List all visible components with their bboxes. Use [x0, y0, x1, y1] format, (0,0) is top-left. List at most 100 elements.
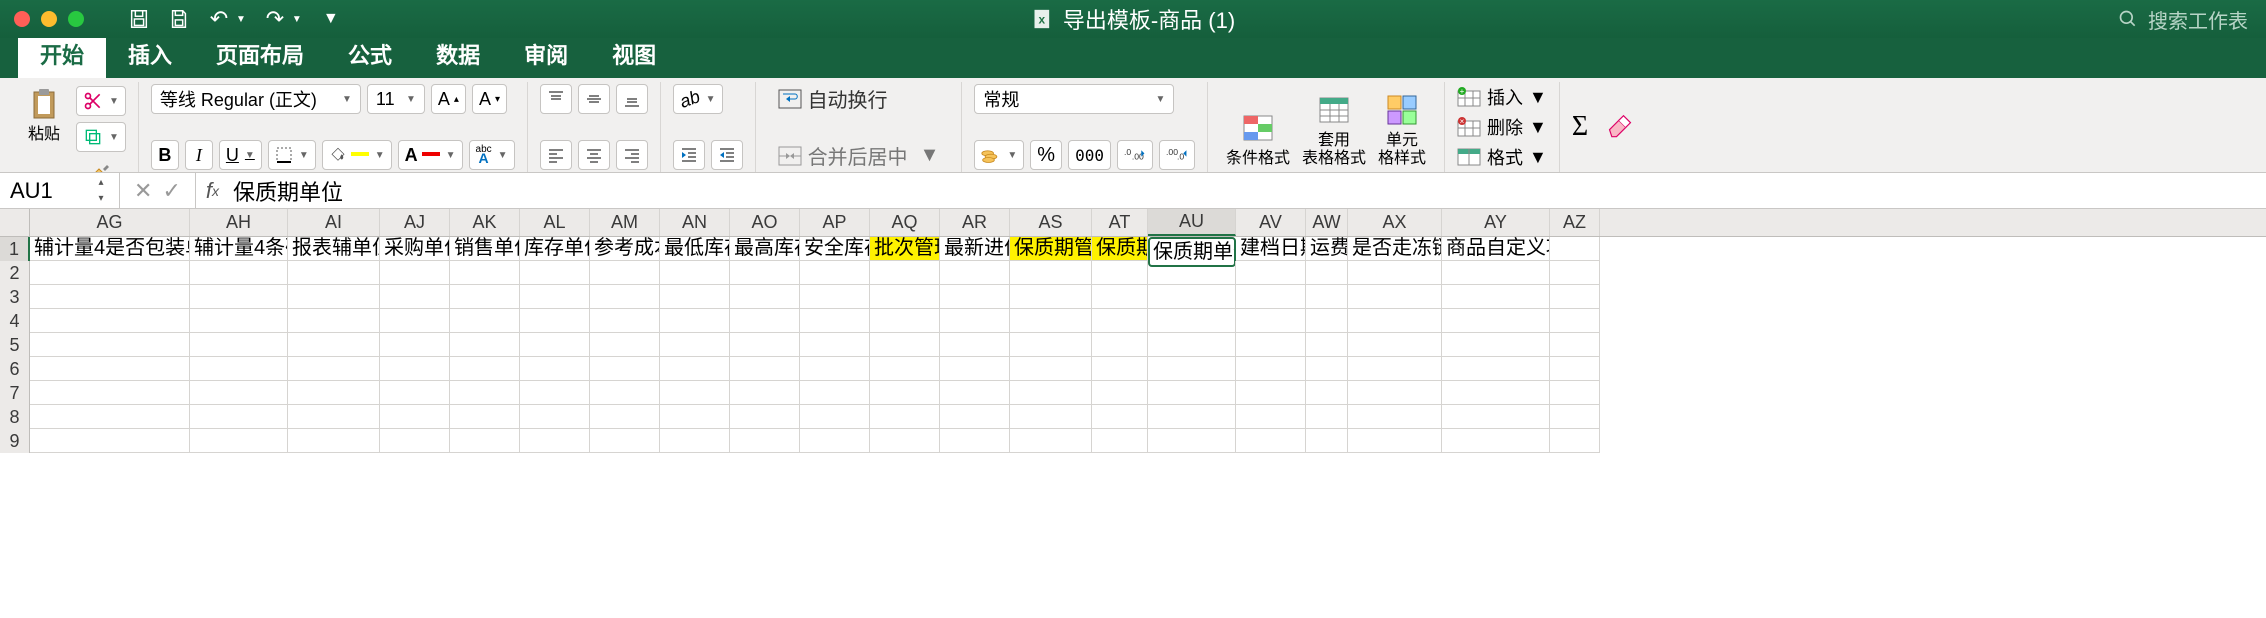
cut-button[interactable]: ▼	[76, 86, 126, 116]
cell-AU4[interactable]	[1148, 309, 1236, 333]
decrease-indent-button[interactable]	[673, 140, 705, 170]
cell-AG1[interactable]: 辅计量4是否包装单位	[30, 237, 190, 261]
zoom-window[interactable]	[68, 11, 84, 27]
cell-AV5[interactable]	[1236, 333, 1306, 357]
cell-AG4[interactable]	[30, 309, 190, 333]
cell-AW6[interactable]	[1306, 357, 1348, 381]
cell-AR5[interactable]	[940, 333, 1010, 357]
cell-AI4[interactable]	[288, 309, 380, 333]
cell-AT5[interactable]	[1092, 333, 1148, 357]
row-header-3[interactable]: 3	[0, 285, 30, 309]
font-color-button[interactable]: A▼	[398, 140, 463, 170]
name-box-input[interactable]	[0, 178, 90, 204]
underline-button[interactable]: U▼	[219, 140, 262, 170]
cell-AW8[interactable]	[1306, 405, 1348, 429]
cell-AI7[interactable]	[288, 381, 380, 405]
conditional-formatting-button[interactable]: 条件格式	[1220, 84, 1296, 170]
cell-AP6[interactable]	[800, 357, 870, 381]
orientation-button[interactable]: ab▼	[673, 84, 723, 114]
cell-AL9[interactable]	[520, 429, 590, 453]
cell-AL5[interactable]	[520, 333, 590, 357]
column-header-AV[interactable]: AV	[1236, 209, 1306, 236]
cell-AV7[interactable]	[1236, 381, 1306, 405]
cell-AI6[interactable]	[288, 357, 380, 381]
font-size-select[interactable]: 11▼	[367, 84, 425, 114]
cell-AX1[interactable]: 是否走冻链	[1348, 237, 1442, 261]
column-header-AR[interactable]: AR	[940, 209, 1010, 236]
cell-AP4[interactable]	[800, 309, 870, 333]
cell-AZ3[interactable]	[1550, 285, 1600, 309]
cell-AX6[interactable]	[1348, 357, 1442, 381]
cell-AM5[interactable]	[590, 333, 660, 357]
cell-AT7[interactable]	[1092, 381, 1148, 405]
qat-customize[interactable]: ▼	[320, 8, 342, 30]
clear-button[interactable]	[1606, 111, 1634, 144]
cell-AH4[interactable]	[190, 309, 288, 333]
row-header-1[interactable]: 1	[0, 237, 30, 261]
increase-decimal-button[interactable]: .0.00	[1117, 140, 1153, 170]
cell-AR4[interactable]	[940, 309, 1010, 333]
cell-AX4[interactable]	[1348, 309, 1442, 333]
cell-AN8[interactable]	[660, 405, 730, 429]
cell-AK2[interactable]	[450, 261, 520, 285]
column-header-AH[interactable]: AH	[190, 209, 288, 236]
cell-AW7[interactable]	[1306, 381, 1348, 405]
cell-AV4[interactable]	[1236, 309, 1306, 333]
cell-AZ2[interactable]	[1550, 261, 1600, 285]
cell-AZ6[interactable]	[1550, 357, 1600, 381]
cell-AQ7[interactable]	[870, 381, 940, 405]
cell-AY3[interactable]	[1442, 285, 1550, 309]
cell-AR8[interactable]	[940, 405, 1010, 429]
undo-dropdown[interactable]: ▼	[236, 14, 246, 25]
italic-button[interactable]: I	[185, 140, 213, 170]
cell-AL4[interactable]	[520, 309, 590, 333]
cell-AK8[interactable]	[450, 405, 520, 429]
cell-AL2[interactable]	[520, 261, 590, 285]
decrease-font-button[interactable]: A▾	[472, 84, 507, 114]
cell-AU8[interactable]	[1148, 405, 1236, 429]
cell-AH7[interactable]	[190, 381, 288, 405]
cell-AY1[interactable]: 商品自定义项	[1442, 237, 1550, 261]
cell-AJ2[interactable]	[380, 261, 450, 285]
delete-cells-button[interactable]: × 删除▼	[1457, 114, 1547, 140]
cell-AK4[interactable]	[450, 309, 520, 333]
cell-AP3[interactable]	[800, 285, 870, 309]
cell-AV6[interactable]	[1236, 357, 1306, 381]
cell-AR1[interactable]: 最新进价	[940, 237, 1010, 261]
row-header-4[interactable]: 4	[0, 309, 30, 333]
cell-AH5[interactable]	[190, 333, 288, 357]
cell-AM2[interactable]	[590, 261, 660, 285]
cell-AO3[interactable]	[730, 285, 800, 309]
cell-AK7[interactable]	[450, 381, 520, 405]
cell-AK1[interactable]: 销售单位	[450, 237, 520, 261]
cell-AV2[interactable]	[1236, 261, 1306, 285]
cell-AT3[interactable]	[1092, 285, 1148, 309]
cell-AK9[interactable]	[450, 429, 520, 453]
cell-AP1[interactable]: 安全库存	[800, 237, 870, 261]
redo-dropdown[interactable]: ▼	[292, 14, 302, 25]
select-all-corner[interactable]	[0, 209, 30, 236]
cell-AS3[interactable]	[1010, 285, 1092, 309]
cell-AO9[interactable]	[730, 429, 800, 453]
cell-AQ4[interactable]	[870, 309, 940, 333]
cell-AN3[interactable]	[660, 285, 730, 309]
cell-AJ5[interactable]	[380, 333, 450, 357]
cell-AY4[interactable]	[1442, 309, 1550, 333]
row-header-9[interactable]: 9	[0, 429, 30, 453]
align-top-button[interactable]	[540, 84, 572, 114]
phonetic-button[interactable]: abcA▼	[469, 140, 515, 170]
align-middle-button[interactable]	[578, 84, 610, 114]
cell-AY8[interactable]	[1442, 405, 1550, 429]
cell-AM9[interactable]	[590, 429, 660, 453]
cell-AH3[interactable]	[190, 285, 288, 309]
cell-AN6[interactable]	[660, 357, 730, 381]
font-name-select[interactable]: 等线 Regular (正文)▼	[151, 84, 361, 114]
cell-AI1[interactable]: 报表辅单位	[288, 237, 380, 261]
cell-AP7[interactable]	[800, 381, 870, 405]
cell-AO6[interactable]	[730, 357, 800, 381]
border-button[interactable]: ▼	[268, 140, 316, 170]
cell-AY5[interactable]	[1442, 333, 1550, 357]
column-header-AG[interactable]: AG	[30, 209, 190, 236]
cell-AZ1[interactable]	[1550, 237, 1600, 261]
cell-AR3[interactable]	[940, 285, 1010, 309]
